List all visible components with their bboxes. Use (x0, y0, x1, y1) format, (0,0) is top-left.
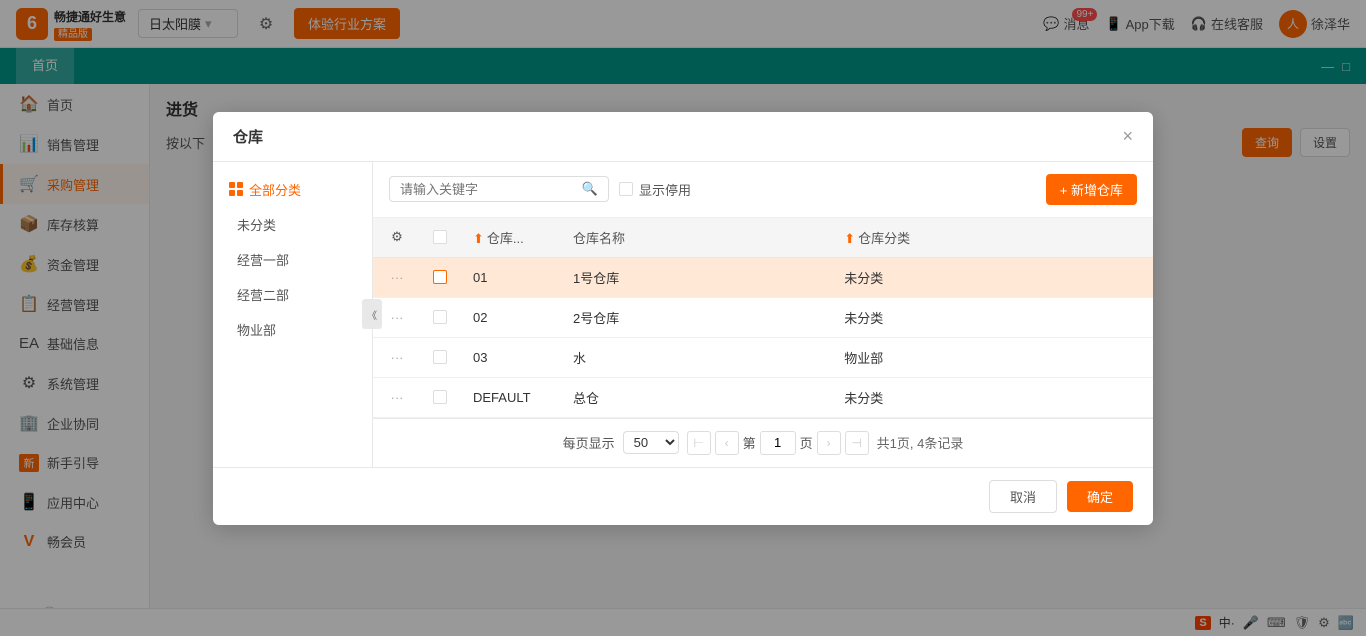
row-action[interactable]: ··· (373, 377, 421, 417)
pagination: 每页显示 501020100 ⊢ ‹ 第 页 › ⊣ 共1页, 4条记录 (373, 418, 1153, 467)
category-item-property[interactable]: 物业部 (213, 312, 372, 347)
table-row[interactable]: ··· 02 2号仓库 未分类 (373, 297, 1153, 337)
row-checkbox[interactable] (433, 390, 447, 404)
table-row[interactable]: ··· 01 1号仓库 未分类 (373, 257, 1153, 297)
row-checkbox-cell[interactable] (421, 257, 461, 297)
th-settings: ⚙ (373, 218, 421, 258)
confirm-button[interactable]: 确定 (1067, 481, 1133, 512)
page-unit: 页 (800, 433, 813, 452)
page-size-select[interactable]: 501020100 (623, 431, 679, 454)
category-item-ops2[interactable]: 经营二部 (213, 277, 372, 312)
modal-title: 仓库 (233, 126, 263, 147)
select-all-checkbox[interactable] (433, 230, 447, 244)
cancel-button[interactable]: 取消 (989, 480, 1057, 513)
modal-body: 《 全部分类 未分类 经营一部 经营二部 物业部 (213, 162, 1153, 467)
category-item-ops1[interactable]: 经营一部 (213, 242, 372, 277)
category-all-label: 全部分类 (249, 180, 301, 199)
category-item-unclassified[interactable]: 未分类 (213, 207, 372, 242)
collapse-button[interactable]: 《 (362, 299, 382, 329)
table-row[interactable]: ··· DEFAULT 总仓 未分类 (373, 377, 1153, 417)
row-action[interactable]: ··· (373, 257, 421, 297)
add-warehouse-button[interactable]: + 新增仓库 (1046, 174, 1137, 205)
row-name: 1号仓库 (561, 257, 832, 297)
row-name: 2号仓库 (561, 297, 832, 337)
row-checkbox-cell[interactable] (421, 297, 461, 337)
total-info: 共1页, 4条记录 (877, 433, 964, 452)
show-disabled-label: 显示停用 (639, 180, 691, 199)
prev-page-button[interactable]: ‹ (715, 431, 739, 455)
modal-footer: 取消 确定 (213, 467, 1153, 525)
table-row[interactable]: ··· 03 水 物业部 (373, 337, 1153, 377)
category-panel: 《 全部分类 未分类 经营一部 经营二部 物业部 (213, 162, 373, 467)
search-input-wrap: 🔍 (389, 176, 609, 202)
row-category: 物业部 (832, 337, 1153, 377)
show-disabled-checkbox[interactable] (619, 182, 633, 196)
category-all[interactable]: 全部分类 (213, 172, 372, 207)
row-category: 未分类 (832, 297, 1153, 337)
modal-header: 仓库 × (213, 112, 1153, 162)
page-size-label: 每页显示 (563, 433, 615, 452)
row-code: 02 (461, 297, 561, 337)
sort-icon: ⬆ (473, 231, 484, 246)
right-panel: 🔍 显示停用 + 新增仓库 ⚙ (373, 162, 1153, 467)
row-code: 03 (461, 337, 561, 377)
next-page-button[interactable]: › (817, 431, 841, 455)
th-code: ⬆仓库... (461, 218, 561, 258)
warehouse-modal: 仓库 × 《 全部分类 未分类 经营一部 经营二部 物业部 (213, 112, 1153, 525)
row-category: 未分类 (832, 257, 1153, 297)
first-page-button[interactable]: ⊢ (687, 431, 711, 455)
row-checkbox-cell[interactable] (421, 337, 461, 377)
modal-close-button[interactable]: × (1122, 127, 1133, 145)
last-page-button[interactable]: ⊣ (845, 431, 869, 455)
row-checkbox[interactable] (433, 270, 447, 284)
th-category: ⬆仓库分类 (832, 218, 1153, 258)
row-checkbox[interactable] (433, 310, 447, 324)
row-code: DEFAULT (461, 377, 561, 417)
search-icon: 🔍 (582, 181, 598, 197)
show-disabled-area: 显示停用 (619, 180, 691, 199)
row-checkbox[interactable] (433, 350, 447, 364)
row-checkbox-cell[interactable] (421, 377, 461, 417)
grid-icon (229, 182, 243, 196)
th-name: 仓库名称 (561, 218, 832, 258)
row-name: 水 (561, 337, 832, 377)
row-code: 01 (461, 257, 561, 297)
page-label: 第 (743, 433, 756, 452)
page-nav: ⊢ ‹ 第 页 › ⊣ (687, 431, 869, 455)
warehouse-table: ⚙ ⬆仓库... 仓库名称 ⬆仓库分类 ··· 01 1号仓库 未分 (373, 218, 1153, 418)
table-wrap: ⚙ ⬆仓库... 仓库名称 ⬆仓库分类 ··· 01 1号仓库 未分 (373, 218, 1153, 418)
table-header-row: ⚙ ⬆仓库... 仓库名称 ⬆仓库分类 (373, 218, 1153, 258)
row-name: 总仓 (561, 377, 832, 417)
modal-overlay: 仓库 × 《 全部分类 未分类 经营一部 经营二部 物业部 (0, 0, 1366, 636)
search-input[interactable] (400, 182, 576, 197)
row-action[interactable]: ··· (373, 337, 421, 377)
row-category: 未分类 (832, 377, 1153, 417)
sort-icon-cat: ⬆ (844, 231, 855, 246)
th-checkbox (421, 218, 461, 258)
search-bar: 🔍 显示停用 + 新增仓库 (373, 162, 1153, 218)
page-input[interactable] (760, 431, 796, 455)
